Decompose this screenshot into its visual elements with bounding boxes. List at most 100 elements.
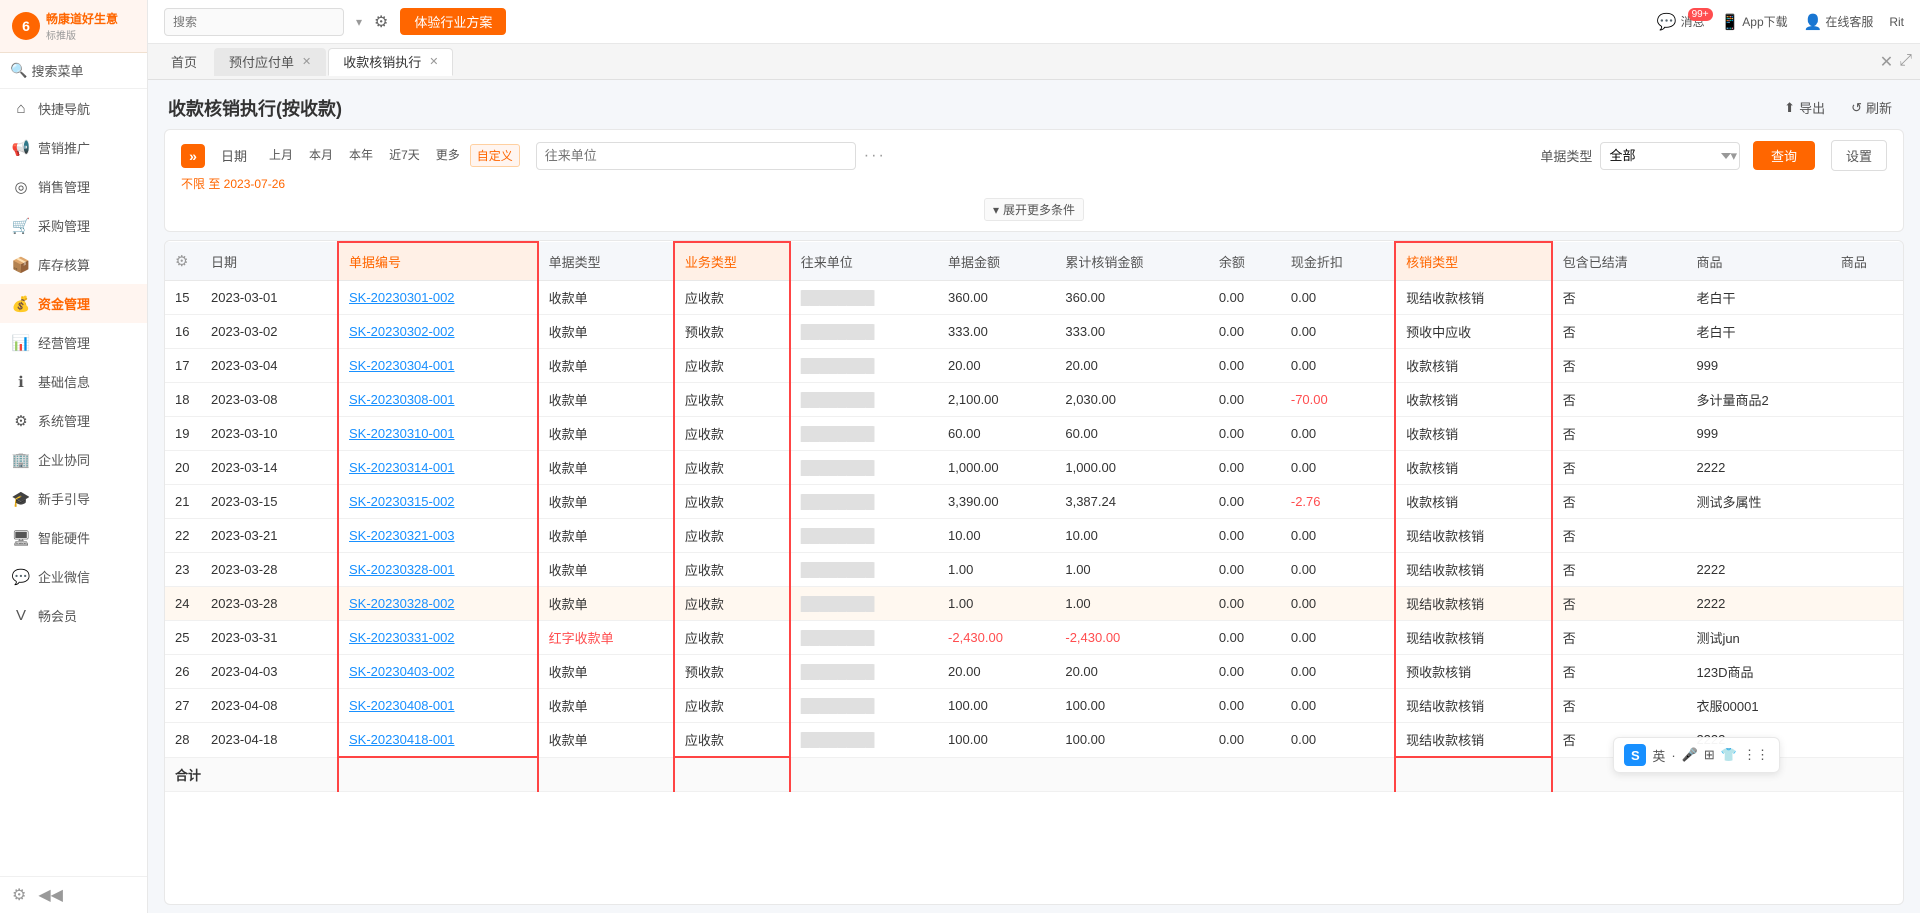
filter-settings-button[interactable]: 设置 [1831, 140, 1887, 171]
date-7days[interactable]: 近7天 [383, 144, 426, 167]
cell-doc-no: SK-20230302-002 [338, 315, 538, 349]
watermark-shirt-icon[interactable]: 👕 [1721, 747, 1737, 763]
doc-no-link[interactable]: SK-20230304-001 [349, 358, 455, 373]
sidebar-item-hardware[interactable]: 🖥 智能硬件 [0, 518, 147, 557]
cell-biz-type: 预收款 [674, 315, 790, 349]
sidebar-item-marketing[interactable]: 📢 营销推广 [0, 128, 147, 167]
filter-toggle-btn[interactable]: » [181, 144, 205, 168]
col-date: 日期 [201, 242, 338, 281]
tab-home[interactable]: 首页 [156, 48, 212, 76]
sidebar-item-operations[interactable]: 📊 经营管理 [0, 323, 147, 362]
sidebar-item-enterprise[interactable]: 🏢 企业协同 [0, 440, 147, 479]
cell-doc-type: 收款单 [538, 519, 674, 553]
cell-discount: 0.00 [1281, 519, 1395, 553]
cell-total-cancel: 333.00 [1055, 315, 1208, 349]
date-more[interactable]: 更多 [430, 144, 466, 167]
cell-biz-type: 应收款 [674, 587, 790, 621]
cell-balance: 0.00 [1209, 519, 1281, 553]
cell-balance: 0.00 [1209, 417, 1281, 451]
inventory-icon: 📦 [12, 256, 30, 274]
watermark-apps-icon[interactable]: ⋮⋮ [1743, 747, 1769, 763]
table-row: 21 2023-03-15 SK-20230315-002 收款单 应收款 ██… [165, 485, 1903, 519]
sidebar-item-finance[interactable]: 💰 资金管理 [0, 284, 147, 323]
date-curr-year[interactable]: 本年 [343, 144, 379, 167]
cell-no: 26 [165, 655, 201, 689]
topbar-search-input[interactable] [164, 8, 344, 36]
message-button[interactable]: 💬 消息 99+ [1657, 12, 1705, 32]
sidebar-item-inventory[interactable]: 📦 库存核算 [0, 245, 147, 284]
expand-filter-button[interactable]: ▾ 展开更多条件 [984, 198, 1084, 221]
cell-incl-settled: 否 [1552, 315, 1687, 349]
message-badge: 99+ [1688, 8, 1713, 21]
cell-goods2 [1831, 451, 1903, 485]
doc-no-link[interactable]: SK-20230418-001 [349, 732, 455, 747]
settings-icon[interactable]: ⚙ [12, 885, 26, 905]
cell-doc-type: 收款单 [538, 451, 674, 485]
tab-collection[interactable]: 收款核销执行 ✕ [328, 48, 453, 76]
doc-no-link[interactable]: SK-20230302-002 [349, 324, 455, 339]
doc-no-link[interactable]: SK-20230408-001 [349, 698, 455, 713]
tab-close-all-icon[interactable]: ✕ [1880, 52, 1893, 72]
tab-prepay[interactable]: 预付应付单 ✕ [214, 48, 326, 76]
sidebar-item-system[interactable]: ⚙ 系统管理 [0, 401, 147, 440]
watermark-grid-icon[interactable]: ⊞ [1704, 747, 1715, 763]
watermark-text-icon[interactable]: 英 [1652, 746, 1665, 765]
cell-discount: 0.00 [1281, 281, 1395, 315]
doc-no-link[interactable]: SK-20230403-002 [349, 664, 455, 679]
solution-button[interactable]: 体验行业方案 [400, 8, 506, 35]
app-download-button[interactable]: 📱 App下载 [1721, 13, 1788, 31]
cell-date: 2023-03-21 [201, 519, 338, 553]
export-button[interactable]: ⬆ 导出 [1776, 94, 1833, 121]
total-amount [938, 757, 1055, 791]
watermark-s-icon: S [1624, 744, 1646, 766]
sidebar-item-member[interactable]: V 畅会员 [0, 596, 147, 635]
table-settings-icon[interactable]: ⚙ [175, 253, 188, 270]
guide-icon: 🎓 [12, 490, 30, 508]
refresh-button[interactable]: ↺ 刷新 [1843, 94, 1900, 121]
watermark-dot-icon[interactable]: · [1671, 748, 1675, 763]
online-service-button[interactable]: 👤 在线客服 [1804, 13, 1874, 31]
doc-no-link[interactable]: SK-20230314-001 [349, 460, 455, 475]
tab-prepay-close[interactable]: ✕ [302, 55, 311, 68]
doc-no-link[interactable]: SK-20230328-002 [349, 596, 455, 611]
watermark-mic-icon[interactable]: 🎤 [1682, 747, 1698, 763]
doc-no-link[interactable]: SK-20230310-001 [349, 426, 455, 441]
unit-input[interactable] [536, 142, 856, 170]
doc-no-link[interactable]: SK-20230308-001 [349, 392, 455, 407]
doc-no-link[interactable]: SK-20230328-001 [349, 562, 455, 577]
cell-unit: ████████ [790, 485, 938, 519]
sidebar-bottom: ⚙ ◀◀ [0, 876, 147, 913]
date-prev-month[interactable]: 上月 [263, 144, 299, 167]
topbar-gear-icon[interactable]: ⚙ [374, 12, 388, 32]
total-cancel-type [1395, 757, 1552, 791]
doc-no-link[interactable]: SK-20230301-002 [349, 290, 455, 305]
cell-amount: 360.00 [938, 281, 1055, 315]
topbar-dropdown-arrow[interactable]: ▾ [356, 15, 362, 29]
cell-no: 23 [165, 553, 201, 587]
sidebar-item-basic-info[interactable]: ℹ 基础信息 [0, 362, 147, 401]
doc-no-link[interactable]: SK-20230315-002 [349, 494, 455, 509]
cell-incl-settled: 否 [1552, 451, 1687, 485]
collapse-icon[interactable]: ◀◀ [38, 885, 63, 905]
sidebar-item-guide[interactable]: 🎓 新手引导 [0, 479, 147, 518]
sidebar-search[interactable]: 🔍 搜索菜单 [0, 53, 147, 89]
date-custom[interactable]: 自定义 [470, 144, 520, 167]
cell-total-cancel: 60.00 [1055, 417, 1208, 451]
sidebar-item-quick-nav[interactable]: ⌂ 快捷导航 [0, 89, 147, 128]
type-select[interactable]: 全部 收款单 红字收款单 [1600, 142, 1740, 170]
tab-maximize-icon[interactable]: ⤢ [1899, 52, 1912, 72]
cell-date: 2023-03-01 [201, 281, 338, 315]
tab-collection-close[interactable]: ✕ [429, 55, 438, 68]
doc-no-link[interactable]: SK-20230321-003 [349, 528, 455, 543]
date-curr-month[interactable]: 本月 [303, 144, 339, 167]
cell-amount: 3,390.00 [938, 485, 1055, 519]
doc-no-link[interactable]: SK-20230331-002 [349, 630, 455, 645]
cell-goods: 2222 [1686, 553, 1830, 587]
sidebar-item-wechat[interactable]: 💬 企业微信 [0, 557, 147, 596]
unit-more-icon[interactable]: ··· [864, 147, 886, 165]
sidebar-item-sales[interactable]: ◎ 销售管理 [0, 167, 147, 206]
tabs-bar: 首页 预付应付单 ✕ 收款核销执行 ✕ ✕ ⤢ [148, 44, 1920, 80]
cell-date: 2023-03-02 [201, 315, 338, 349]
query-button[interactable]: 查询 [1753, 141, 1815, 170]
sidebar-item-purchase[interactable]: 🛒 采购管理 [0, 206, 147, 245]
